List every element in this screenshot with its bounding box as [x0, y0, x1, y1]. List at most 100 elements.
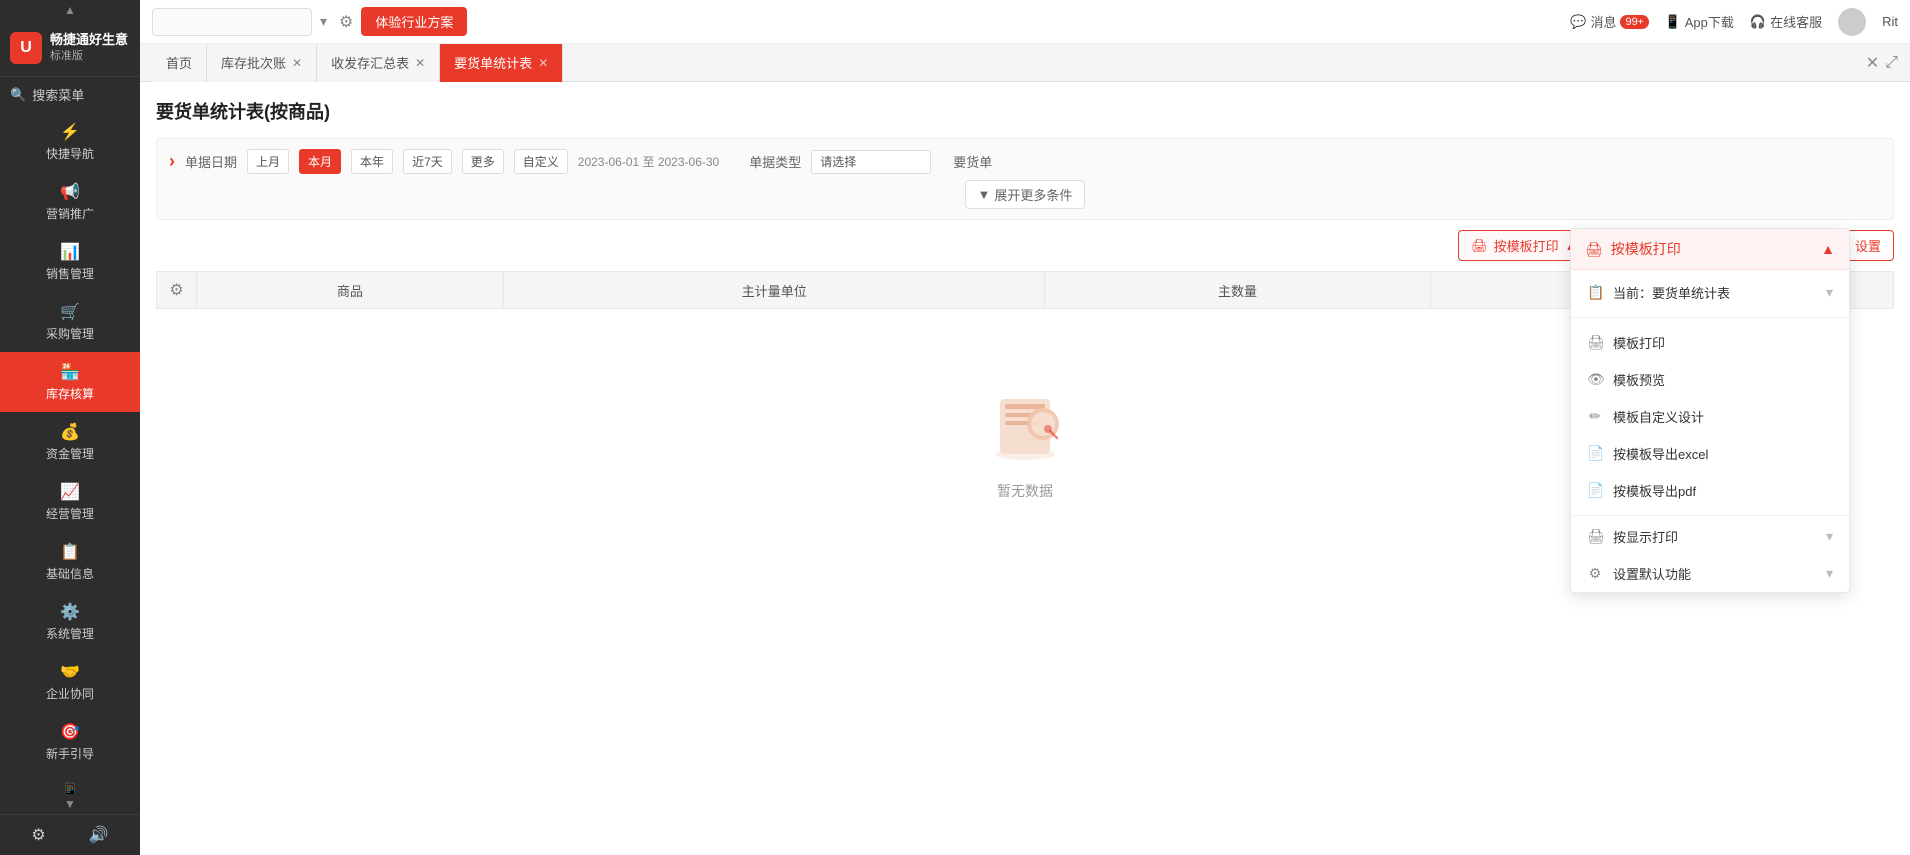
- date-btn-last-month[interactable]: 上月: [247, 149, 289, 174]
- print-dropdown-menu: 🖨 按模板打印 ▲ 📋 当前：要货单统计表 ▾ 🖨 模板打印: [1570, 228, 1850, 593]
- app-download-button[interactable]: 📱 App下载: [1665, 12, 1734, 31]
- topbar-dropdown-arrow[interactable]: ▾: [320, 13, 327, 30]
- tab-revenue-summary[interactable]: 收发存汇总表 ✕: [317, 44, 440, 82]
- dropdown-header[interactable]: 🖨 按模板打印 ▲: [1571, 229, 1849, 270]
- sidebar-bottom: ⚙ 🔊: [0, 814, 140, 855]
- date-btn-7days[interactable]: 近7天: [403, 149, 452, 174]
- page-title: 要货单统计表(按商品): [156, 98, 1894, 124]
- sidebar-search[interactable]: 🔍 搜索菜单: [0, 77, 140, 112]
- maximize-icon[interactable]: ⤢: [1885, 54, 1898, 72]
- dropdown-printer-icon: 🖨: [1585, 241, 1603, 258]
- main-area: ▾ ⚙ 体验行业方案 💬 消息 99+ 📱 App下载 🎧 在线客服 Rit: [140, 0, 1910, 855]
- newbie-icon: 🎯: [60, 722, 80, 742]
- basic-icon: 📋: [60, 542, 80, 562]
- sales-icon: 📊: [60, 242, 80, 262]
- dropdown-item-template-design[interactable]: ✏ 模板自定义设计: [1571, 398, 1849, 435]
- sidebar-item-newbie[interactable]: 🎯 新手引导: [0, 712, 140, 772]
- order-status-label: 要货单: [953, 152, 992, 171]
- settings-bottom-icon[interactable]: ⚙: [31, 825, 45, 845]
- sidebar-item-finance[interactable]: 💰 资金管理: [0, 412, 140, 472]
- table-col-settings-icon[interactable]: ⚙: [169, 282, 183, 299]
- search-label: 搜索菜单: [32, 85, 84, 104]
- industry-solution-button[interactable]: 体验行业方案: [361, 7, 467, 36]
- sound-bottom-icon[interactable]: 🔊: [89, 825, 109, 845]
- dropdown-item-template-pdf[interactable]: 📄 按模板导出pdf: [1571, 472, 1849, 509]
- app-logo-text: 畅捷通好生意 标准版: [50, 32, 128, 63]
- tab-home[interactable]: 首页: [152, 44, 207, 82]
- topbar-search-input[interactable]: [152, 8, 312, 36]
- dropdown-item-default-func[interactable]: ⚙ 设置默认功能 ▾: [1571, 555, 1849, 592]
- apps-icon: 📱: [60, 782, 80, 794]
- close-all-tabs-icon[interactable]: ✕: [1866, 53, 1879, 73]
- table-col-unit: 主计量单位: [503, 272, 1045, 309]
- date-filter-label: 单据日期: [185, 152, 237, 171]
- topbar-right: 💬 消息 99+ 📱 App下载 🎧 在线客服 Rit: [1570, 8, 1898, 36]
- enterprise-icon: 🤝: [60, 662, 80, 682]
- sidebar-item-enterprise[interactable]: 🤝 企业协同: [0, 652, 140, 712]
- date-btn-this-year[interactable]: 本年: [351, 149, 393, 174]
- dropdown-item-template-print[interactable]: 🖨 模板打印: [1571, 324, 1849, 361]
- empty-state-text: 暂无数据: [997, 481, 1053, 501]
- sidebar-scroll-up[interactable]: ▲: [0, 0, 140, 20]
- purchase-icon: 🛒: [60, 302, 80, 322]
- message-icon: 💬: [1570, 14, 1586, 30]
- default-func-icon: ⚙: [1587, 565, 1603, 582]
- sidebar-item-sales[interactable]: 📊 销售管理: [0, 232, 140, 292]
- message-button[interactable]: 💬 消息 99+: [1570, 12, 1648, 31]
- filter-expand-icon[interactable]: ›: [169, 151, 175, 172]
- sidebar-nav: ⚡ 快捷导航 📢 营销推广 📊 销售管理 🛒 采购管理 🏪 库存核算 💰 资金管…: [0, 112, 140, 794]
- date-btn-custom[interactable]: 自定义: [514, 149, 568, 174]
- dropdown-item-template-preview[interactable]: 👁 模板预览: [1571, 361, 1849, 398]
- dropdown-item-template-excel[interactable]: 📄 按模板导出excel: [1571, 435, 1849, 472]
- sidebar-logo: U 畅捷通好生意 标准版: [0, 20, 140, 77]
- default-func-arrow: ▾: [1826, 565, 1833, 582]
- sidebar-item-purchase[interactable]: 🛒 采购管理: [0, 292, 140, 352]
- expand-more-btn[interactable]: ▼ 展开更多条件: [965, 180, 1086, 209]
- inventory-icon: 🏪: [60, 362, 80, 382]
- empty-state-icon: [975, 369, 1075, 469]
- app-logo-icon: U: [10, 32, 42, 64]
- dropdown-current-template[interactable]: 📋 当前：要货单统计表 ▾: [1571, 274, 1849, 311]
- dropdown-item-display-print[interactable]: 🖨 按显示打印 ▾: [1571, 518, 1849, 555]
- tab-close-batch-accounts[interactable]: ✕: [292, 56, 302, 70]
- tab-close-revenue-summary[interactable]: ✕: [415, 56, 425, 70]
- tab-order-stats[interactable]: 要货单统计表 ✕: [440, 44, 563, 82]
- sidebar-item-marketing[interactable]: 📢 营销推广: [0, 172, 140, 232]
- date-range-display: 2023-06-01 至 2023-06-30: [578, 153, 719, 170]
- message-badge: 99+: [1620, 15, 1648, 29]
- date-btn-this-month[interactable]: 本月: [299, 149, 341, 174]
- tabs-actions: ✕ ⤢: [1866, 53, 1898, 73]
- printer-icon: 🖨: [1471, 238, 1488, 254]
- sidebar: ▲ U 畅捷通好生意 标准版 🔍 搜索菜单 ⚡ 快捷导航 📢 营销推广 📊 销售…: [0, 0, 140, 855]
- type-filter-select[interactable]: 请选择: [811, 150, 931, 174]
- online-service-button[interactable]: 🎧 在线客服: [1750, 12, 1822, 31]
- template-print-icon: 🖨: [1587, 334, 1603, 351]
- online-service-icon: 🎧: [1750, 14, 1766, 30]
- sidebar-item-apps[interactable]: 📱 应用中心: [0, 772, 140, 794]
- sidebar-item-basic[interactable]: 📋 基础信息: [0, 532, 140, 592]
- dropdown-section-items: 🖨 模板打印 👁 模板预览 ✏ 模板自定义设计 📄 按模板导出excel 📄: [1571, 320, 1849, 513]
- filter-row-1: › 单据日期 上月 本月 本年 近7天 更多 自定义 2023-06-01 至 …: [169, 149, 1881, 174]
- finance-icon: 💰: [60, 422, 80, 442]
- divider-2: [1571, 515, 1849, 516]
- sidebar-item-operation[interactable]: 📈 经营管理: [0, 472, 140, 532]
- table-settings-area: [156, 234, 180, 258]
- sidebar-scroll-down[interactable]: ▼: [0, 794, 140, 814]
- sidebar-item-quick-nav[interactable]: ⚡ 快捷导航: [0, 112, 140, 172]
- tab-close-order-stats[interactable]: ✕: [538, 56, 548, 70]
- expand-icon: ▼: [978, 187, 991, 202]
- tab-batch-accounts[interactable]: 库存批次账 ✕: [207, 44, 317, 82]
- operation-icon: 📈: [60, 482, 80, 502]
- current-template-arrow: ▾: [1826, 284, 1833, 301]
- display-print-icon: 🖨: [1587, 528, 1603, 545]
- system-icon: ⚙️: [60, 602, 80, 622]
- page-content: 要货单统计表(按商品) › 单据日期 上月 本月 本年 近7天 更多 自定义 2…: [140, 82, 1910, 855]
- dropdown-section-current: 📋 当前：要货单统计表 ▾: [1571, 270, 1849, 315]
- topbar-gear-icon[interactable]: ⚙: [339, 12, 353, 32]
- sidebar-item-inventory[interactable]: 🏪 库存核算: [0, 352, 140, 412]
- date-btn-more[interactable]: 更多: [462, 149, 504, 174]
- avatar[interactable]: [1838, 8, 1866, 36]
- app-download-icon: 📱: [1665, 14, 1681, 30]
- sidebar-item-system[interactable]: ⚙️ 系统管理: [0, 592, 140, 652]
- table-col-settings: ⚙: [157, 272, 197, 309]
